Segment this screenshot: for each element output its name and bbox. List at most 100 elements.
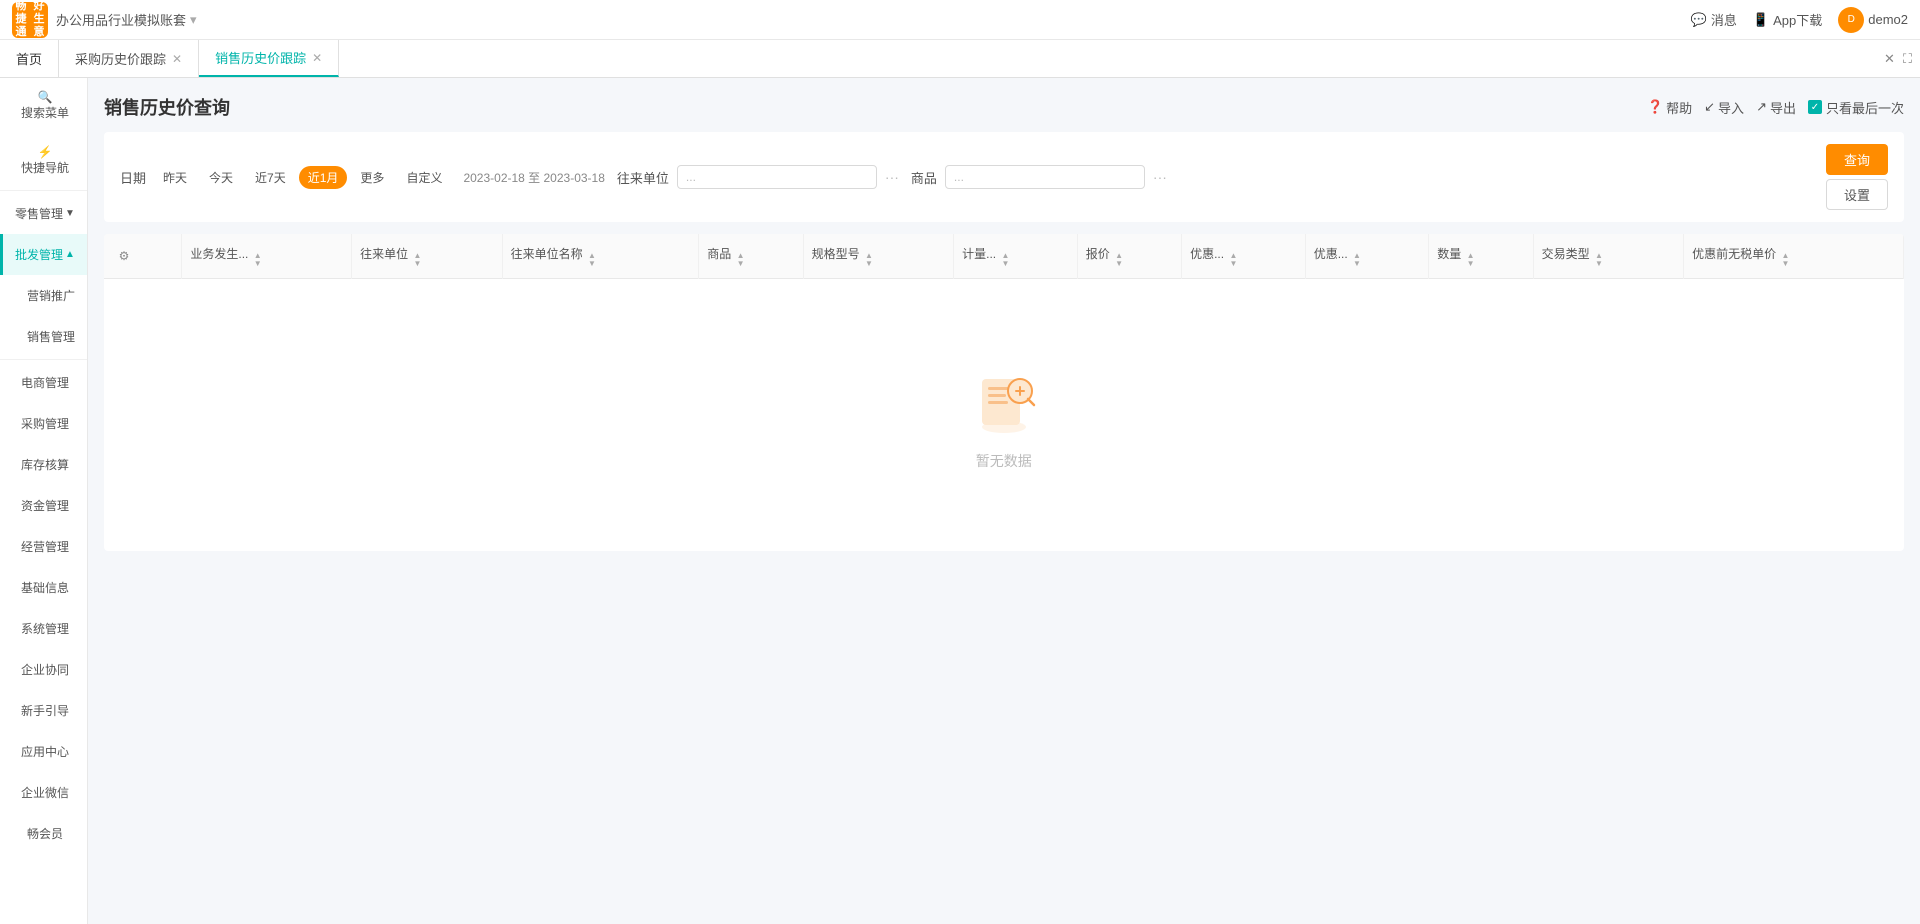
avatar: D [1838, 7, 1864, 33]
data-table: ⚙ 业务发生... ▲▼ 往来单位 ▲▼ 往来单位名称 ▲▼ [104, 234, 1904, 551]
sidebar-item-retail[interactable]: 零售管理 ▼ [0, 193, 87, 234]
sidebar-item-wechat[interactable]: 企业微信 [0, 772, 87, 813]
topbar: 畅捷通 好生意 办公用品行业模拟账套 ▾ 💬 消息 📱 App下载 D demo… [0, 0, 1920, 40]
app-download-btn[interactable]: 📱 App下载 [1753, 10, 1822, 29]
th-partner-name-label: 往来单位名称 [511, 247, 583, 261]
query-button[interactable]: 查询 [1826, 144, 1888, 175]
sort-arrows-quantity: ▲▼ [1467, 252, 1475, 268]
close-sales-history-tab[interactable]: ✕ [312, 52, 322, 64]
table-container: ⚙ 业务发生... ▲▼ 往来单位 ▲▼ 往来单位名称 ▲▼ [104, 234, 1904, 551]
content-area: 销售历史价查询 ❓ 帮助 ↙ 导入 ↗ 导出 只看最后一次 [88, 78, 1920, 924]
product-input[interactable] [945, 165, 1145, 189]
th-partner-name[interactable]: 往来单位名称 ▲▼ [502, 234, 699, 279]
sidebar-item-inventory[interactable]: 库存核算 [0, 444, 87, 485]
product-filter-group: 商品 ··· [911, 165, 1167, 189]
empty-text: 暂无数据 [976, 451, 1032, 471]
th-trade-type-label: 交易类型 [1542, 247, 1590, 261]
th-discount1[interactable]: 优惠... ▲▼ [1182, 234, 1306, 279]
message-icon: 💬 [1691, 12, 1707, 28]
maximize-icon[interactable]: ⛶ [1903, 51, 1912, 67]
date-buttons: 昨天 今天 近7天 近1月 更多 自定义 [154, 166, 451, 189]
table-header: ⚙ 业务发生... ▲▼ 往来单位 ▲▼ 往来单位名称 ▲▼ [104, 234, 1904, 279]
filter-actions: 查询 设置 [1826, 144, 1888, 210]
sidebar-item-finance[interactable]: 资金管理 [0, 485, 87, 526]
date-filter-group: 日期 昨天 今天 近7天 近1月 更多 自定义 2023-02-18 至 202… [120, 166, 605, 189]
minimize-icon[interactable]: ✕ [1884, 51, 1895, 67]
sidebar-item-sales-mgmt[interactable]: 销售管理 [0, 316, 87, 357]
sales-history-tab-label: 销售历史价跟踪 [215, 48, 306, 67]
date-btn-today[interactable]: 今天 [200, 166, 242, 189]
topbar-title[interactable]: 办公用品行业模拟账套 ▾ [56, 10, 197, 29]
sidebar-item-member[interactable]: 畅会员 [0, 813, 87, 854]
th-quantity-label: 数量 [1437, 247, 1461, 261]
filter-bar: 日期 昨天 今天 近7天 近1月 更多 自定义 2023-02-18 至 202… [104, 132, 1904, 222]
user-profile[interactable]: D demo2 [1838, 7, 1908, 33]
help-btn[interactable]: ❓ 帮助 [1647, 98, 1692, 117]
tab-home[interactable]: 首页 [0, 40, 59, 77]
table-settings-icon[interactable]: ⚙ [112, 244, 136, 268]
empty-state: 暂无数据 [104, 279, 1904, 551]
partner-input[interactable] [677, 165, 877, 189]
main-layout: 🔍 搜索菜单 ⚡ 快捷导航 零售管理 ▼ 批发管理 ▲ 营销推广 销售管理 电商… [0, 78, 1920, 924]
sort-arrows-pre-tax-price: ▲▼ [1782, 252, 1790, 268]
sidebar-item-search[interactable]: 🔍 搜索菜单 [0, 78, 87, 133]
th-spec[interactable]: 规格型号 ▲▼ [803, 234, 954, 279]
th-quote[interactable]: 报价 ▲▼ [1077, 234, 1181, 279]
sidebar-item-marketing[interactable]: 营销推广 [0, 275, 87, 316]
sidebar-divider-1 [0, 190, 87, 191]
search-icon: 🔍 [38, 90, 53, 104]
sidebar-item-purchase[interactable]: 采购管理 [0, 403, 87, 444]
sidebar-item-system[interactable]: 系统管理 [0, 608, 87, 649]
purchase-history-tab-label: 采购历史价跟踪 [75, 49, 166, 68]
th-discount2-label: 优惠... [1314, 247, 1348, 261]
sidebar-item-ecommerce[interactable]: 电商管理 [0, 362, 87, 403]
tab-purchase-history[interactable]: 采购历史价跟踪 ✕ [59, 40, 199, 77]
empty-icon [964, 359, 1044, 439]
product-dots[interactable]: ··· [1153, 169, 1167, 185]
th-biz-date-label: 业务发生... [190, 247, 248, 261]
partner-dots[interactable]: ··· [885, 169, 899, 185]
sidebar-item-wholesale[interactable]: 批发管理 ▲ [0, 234, 87, 275]
home-tab-label: 首页 [16, 49, 42, 68]
tab-sales-history[interactable]: 销售历史价跟踪 ✕ [199, 40, 339, 77]
sidebar-item-quick-nav[interactable]: ⚡ 快捷导航 [0, 133, 87, 188]
sidebar-item-guide[interactable]: 新手引导 [0, 690, 87, 731]
th-product-label: 商品 [707, 247, 731, 261]
date-btn-custom[interactable]: 自定义 [397, 166, 451, 189]
th-unit[interactable]: 计量... ▲▼ [954, 234, 1078, 279]
th-discount1-label: 优惠... [1190, 247, 1224, 261]
sidebar-item-app-center[interactable]: 应用中心 [0, 731, 87, 772]
date-btn-7days[interactable]: 近7天 [246, 166, 295, 189]
th-trade-type[interactable]: 交易类型 ▲▼ [1533, 234, 1684, 279]
date-btn-more[interactable]: 更多 [351, 166, 393, 189]
table-body: 暂无数据 [104, 279, 1904, 552]
date-label: 日期 [120, 168, 146, 187]
date-btn-1month[interactable]: 近1月 [299, 166, 348, 189]
th-biz-date[interactable]: 业务发生... ▲▼ [182, 234, 352, 279]
th-pre-tax-price[interactable]: 优惠前无税单价 ▲▼ [1684, 234, 1904, 279]
sidebar-divider-2 [0, 359, 87, 360]
page-actions: ❓ 帮助 ↙ 导入 ↗ 导出 只看最后一次 [1647, 98, 1904, 117]
th-partner-code-label: 往来单位 [360, 247, 408, 261]
export-btn[interactable]: ↗ 导出 [1756, 98, 1796, 117]
settings-button[interactable]: 设置 [1826, 179, 1888, 210]
th-product[interactable]: 商品 ▲▼ [699, 234, 803, 279]
sidebar-item-operation[interactable]: 经营管理 [0, 526, 87, 567]
sort-arrows-discount2: ▲▼ [1353, 252, 1361, 268]
only-latest-checkbox[interactable] [1808, 100, 1822, 114]
sort-arrows-partner-name: ▲▼ [588, 252, 596, 268]
th-partner-code[interactable]: 往来单位 ▲▼ [352, 234, 503, 279]
import-btn[interactable]: ↙ 导入 [1704, 98, 1744, 117]
th-unit-label: 计量... [962, 247, 996, 261]
only-latest-checkbox-label[interactable]: 只看最后一次 [1808, 98, 1904, 117]
th-discount2[interactable]: 优惠... ▲▼ [1305, 234, 1429, 279]
sort-arrows-discount1: ▲▼ [1229, 252, 1237, 268]
th-quantity[interactable]: 数量 ▲▼ [1429, 234, 1533, 279]
sidebar-item-basic[interactable]: 基础信息 [0, 567, 87, 608]
page-header: 销售历史价查询 ❓ 帮助 ↙ 导入 ↗ 导出 只看最后一次 [104, 94, 1904, 120]
chevron-down-icon-retail: ▼ [65, 208, 75, 219]
sidebar-item-cooperation[interactable]: 企业协同 [0, 649, 87, 690]
date-btn-yesterday[interactable]: 昨天 [154, 166, 196, 189]
message-btn[interactable]: 💬 消息 [1691, 10, 1737, 29]
close-purchase-history-tab[interactable]: ✕ [172, 53, 182, 65]
